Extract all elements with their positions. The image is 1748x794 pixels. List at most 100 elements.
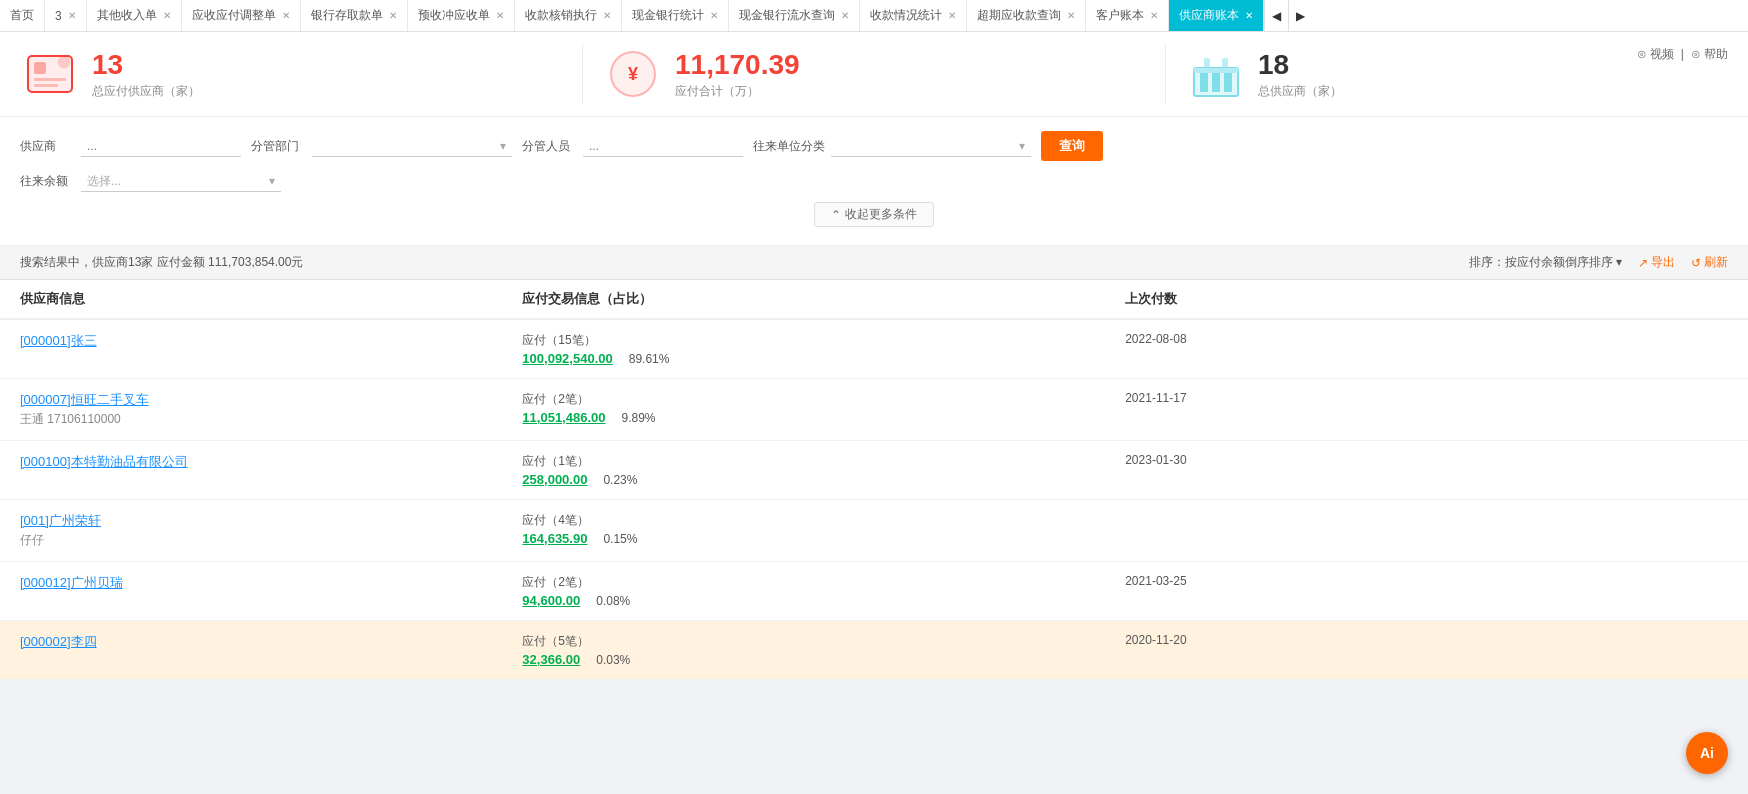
nav-right-arrow[interactable]: ▶: [1288, 0, 1312, 32]
supplier-link-2[interactable]: [000100]本特勤油品有限公司: [20, 453, 522, 471]
filter-supplier: 供应商: [20, 136, 241, 157]
supplier-info-2: [000100]本特勤油品有限公司: [20, 453, 522, 471]
balance-select[interactable]: 选择...: [81, 171, 281, 192]
summary-divider-1: [582, 44, 583, 104]
transaction-info-1: 应付（2笔） 11,051,486.00 9.89%: [522, 391, 1125, 425]
close-icon[interactable]: ✕: [163, 10, 171, 21]
dept-select[interactable]: [312, 136, 512, 157]
supplier-link-1[interactable]: [000007]恒旺二手叉车: [20, 391, 522, 409]
summary-item-payable-total: ¥ 11,170.39 应付合计（万）: [603, 44, 1145, 104]
payable-suppliers-icon: [20, 44, 80, 104]
filter-row-2: 往来余额 选择...: [20, 171, 1728, 192]
supplier-label: 供应商: [20, 138, 75, 155]
table-row: [000002]李四 应付（5笔） 32,366.00 0.03% 2020-1…: [0, 621, 1748, 680]
person-input[interactable]: [583, 136, 743, 157]
filter-person: 分管人员: [522, 136, 743, 157]
table-body: [000001]张三 应付（15笔） 100,092,540.00 89.61%…: [0, 320, 1748, 680]
svg-rect-9: [1212, 72, 1220, 92]
supplier-info-4: [000012]广州贝瑞: [20, 574, 522, 592]
close-icon[interactable]: ✕: [68, 10, 76, 21]
result-bar: 搜索结果中，供应商13家 应付金额 111,703,854.00元 排序：按应付…: [0, 246, 1748, 280]
close-icon[interactable]: ✕: [1150, 10, 1158, 21]
transaction-info-4: 应付（2笔） 94,600.00 0.08%: [522, 574, 1125, 608]
table-header: 供应商信息 应付交易信息（占比） 上次付数: [0, 280, 1748, 320]
person-label: 分管人员: [522, 138, 577, 155]
tx-amount-5[interactable]: 32,366.00: [522, 652, 580, 667]
close-icon[interactable]: ✕: [948, 10, 956, 21]
nav-tab-cash-bank-flow[interactable]: 现金银行流水查询 ✕: [729, 0, 860, 32]
supplier-sub-1: 王通 17106110000: [20, 411, 522, 428]
tx-row-5: 32,366.00 0.03%: [522, 650, 1125, 667]
svg-point-4: [58, 56, 70, 68]
tx-notes-4: 应付（2笔）: [522, 574, 1125, 591]
summary-text-payable-total: 11,170.39 应付合计（万）: [675, 49, 800, 100]
tx-amount-4[interactable]: 94,600.00: [522, 593, 580, 608]
tx-pct-0: 89.61%: [629, 352, 670, 366]
nav-tab-3[interactable]: 3 ✕: [45, 0, 87, 32]
svg-rect-13: [1194, 68, 1238, 73]
table-row: [000007]恒旺二手叉车 王通 17106110000 应付（2笔） 11,…: [0, 379, 1748, 441]
export-button[interactable]: ↗ 导出: [1638, 254, 1675, 271]
result-actions: 排序：按应付余额倒序排序 ▾ ↗ 导出 ↺ 刷新: [1469, 254, 1728, 271]
close-icon[interactable]: ✕: [496, 10, 504, 21]
summary-text-payable-suppliers: 13 总应付供应商（家）: [92, 49, 200, 100]
tx-amount-2[interactable]: 258,000.00: [522, 472, 587, 487]
nav-tab-cash-bank-stat[interactable]: 现金银行统计 ✕: [622, 0, 729, 32]
tx-amount-3[interactable]: 164,635.90: [522, 531, 587, 546]
tx-amount-0[interactable]: 100,092,540.00: [522, 351, 612, 366]
table-row: [000001]张三 应付（15笔） 100,092,540.00 89.61%…: [0, 320, 1748, 379]
nav-left-arrow[interactable]: ◀: [1264, 0, 1288, 32]
tx-pct-5: 0.03%: [596, 653, 630, 667]
close-icon[interactable]: ✕: [1067, 10, 1075, 21]
table-row: [001]广州荣轩 仔仔 应付（4笔） 164,635.90 0.15%: [0, 500, 1748, 562]
close-icon[interactable]: ✕: [389, 10, 397, 21]
summary-divider-2: [1165, 44, 1166, 104]
lastpay-4: 2021-03-25: [1125, 574, 1527, 588]
help-links: ⊙ 视频 | ⊙ 帮助: [1637, 46, 1728, 63]
tx-notes-0: 应付（15笔）: [522, 332, 1125, 349]
supplier-link-3[interactable]: [001]广州荣轩: [20, 512, 522, 530]
nav-tab-advance-offset[interactable]: 预收冲应收单 ✕: [408, 0, 515, 32]
summary-item-payable-suppliers: 13 总应付供应商（家）: [20, 44, 562, 104]
nav-tab-customer-ledger[interactable]: 客户账本 ✕: [1086, 0, 1169, 32]
sort-button[interactable]: 排序：按应付余额倒序排序 ▾: [1469, 254, 1622, 271]
filter-area: 供应商 分管部门 分管人员 往来单位分类 查询 往来: [0, 117, 1748, 246]
svg-rect-2: [34, 78, 66, 81]
nav-tab-receipt-exec[interactable]: 收款核销执行 ✕: [515, 0, 622, 32]
supplier-link-5[interactable]: [000002]李四: [20, 633, 522, 651]
refresh-button[interactable]: ↺ 刷新: [1691, 254, 1728, 271]
collapse-button[interactable]: ⌃ 收起更多条件: [814, 202, 934, 227]
table-row: [000100]本特勤油品有限公司 应付（1笔） 258,000.00 0.23…: [0, 441, 1748, 500]
filter-dept: 分管部门: [251, 136, 512, 157]
header-transaction: 应付交易信息（占比）: [522, 290, 1125, 308]
category-select[interactable]: [831, 136, 1031, 157]
close-icon[interactable]: ✕: [603, 10, 611, 21]
nav-tab-overdue-ar[interactable]: 超期应收款查询 ✕: [967, 0, 1086, 32]
summary-bar: 13 总应付供应商（家） ¥ 11,170.39 应付合计（万）: [0, 32, 1748, 117]
query-button[interactable]: 查询: [1041, 131, 1103, 161]
nav-tab-other-income[interactable]: 其他收入单 ✕: [87, 0, 182, 32]
close-icon[interactable]: ✕: [282, 10, 290, 21]
svg-rect-8: [1200, 72, 1208, 92]
tx-notes-1: 应付（2笔）: [522, 391, 1125, 408]
supplier-link-4[interactable]: [000012]广州贝瑞: [20, 574, 522, 592]
transaction-info-3: 应付（4笔） 164,635.90 0.15%: [522, 512, 1125, 546]
supplier-link-0[interactable]: [000001]张三: [20, 332, 522, 350]
nav-tab-ar-adjust[interactable]: 应收应付调整单 ✕: [182, 0, 301, 32]
sort-icon: ▾: [1616, 255, 1622, 269]
tx-pct-1: 9.89%: [622, 411, 656, 425]
close-icon[interactable]: ✕: [1245, 10, 1253, 21]
help-link[interactable]: ⊙ 帮助: [1691, 47, 1728, 61]
supplier-input[interactable]: [81, 136, 241, 157]
svg-rect-3: [34, 84, 58, 87]
nav-tab-supplier-ledger[interactable]: 供应商账本 ✕: [1169, 0, 1264, 32]
nav-tab-home[interactable]: 首页: [0, 0, 45, 32]
tx-amount-1[interactable]: 11,051,486.00: [522, 410, 605, 425]
lastpay-5: 2020-11-20: [1125, 633, 1527, 647]
nav-tab-receipt-stat[interactable]: 收款情况统计 ✕: [860, 0, 967, 32]
video-link[interactable]: ⊙ 视频: [1637, 47, 1674, 61]
nav-tab-bank-deposit[interactable]: 银行存取款单 ✕: [301, 0, 408, 32]
refresh-icon: ↺: [1691, 256, 1701, 270]
close-icon[interactable]: ✕: [710, 10, 718, 21]
close-icon[interactable]: ✕: [841, 10, 849, 21]
